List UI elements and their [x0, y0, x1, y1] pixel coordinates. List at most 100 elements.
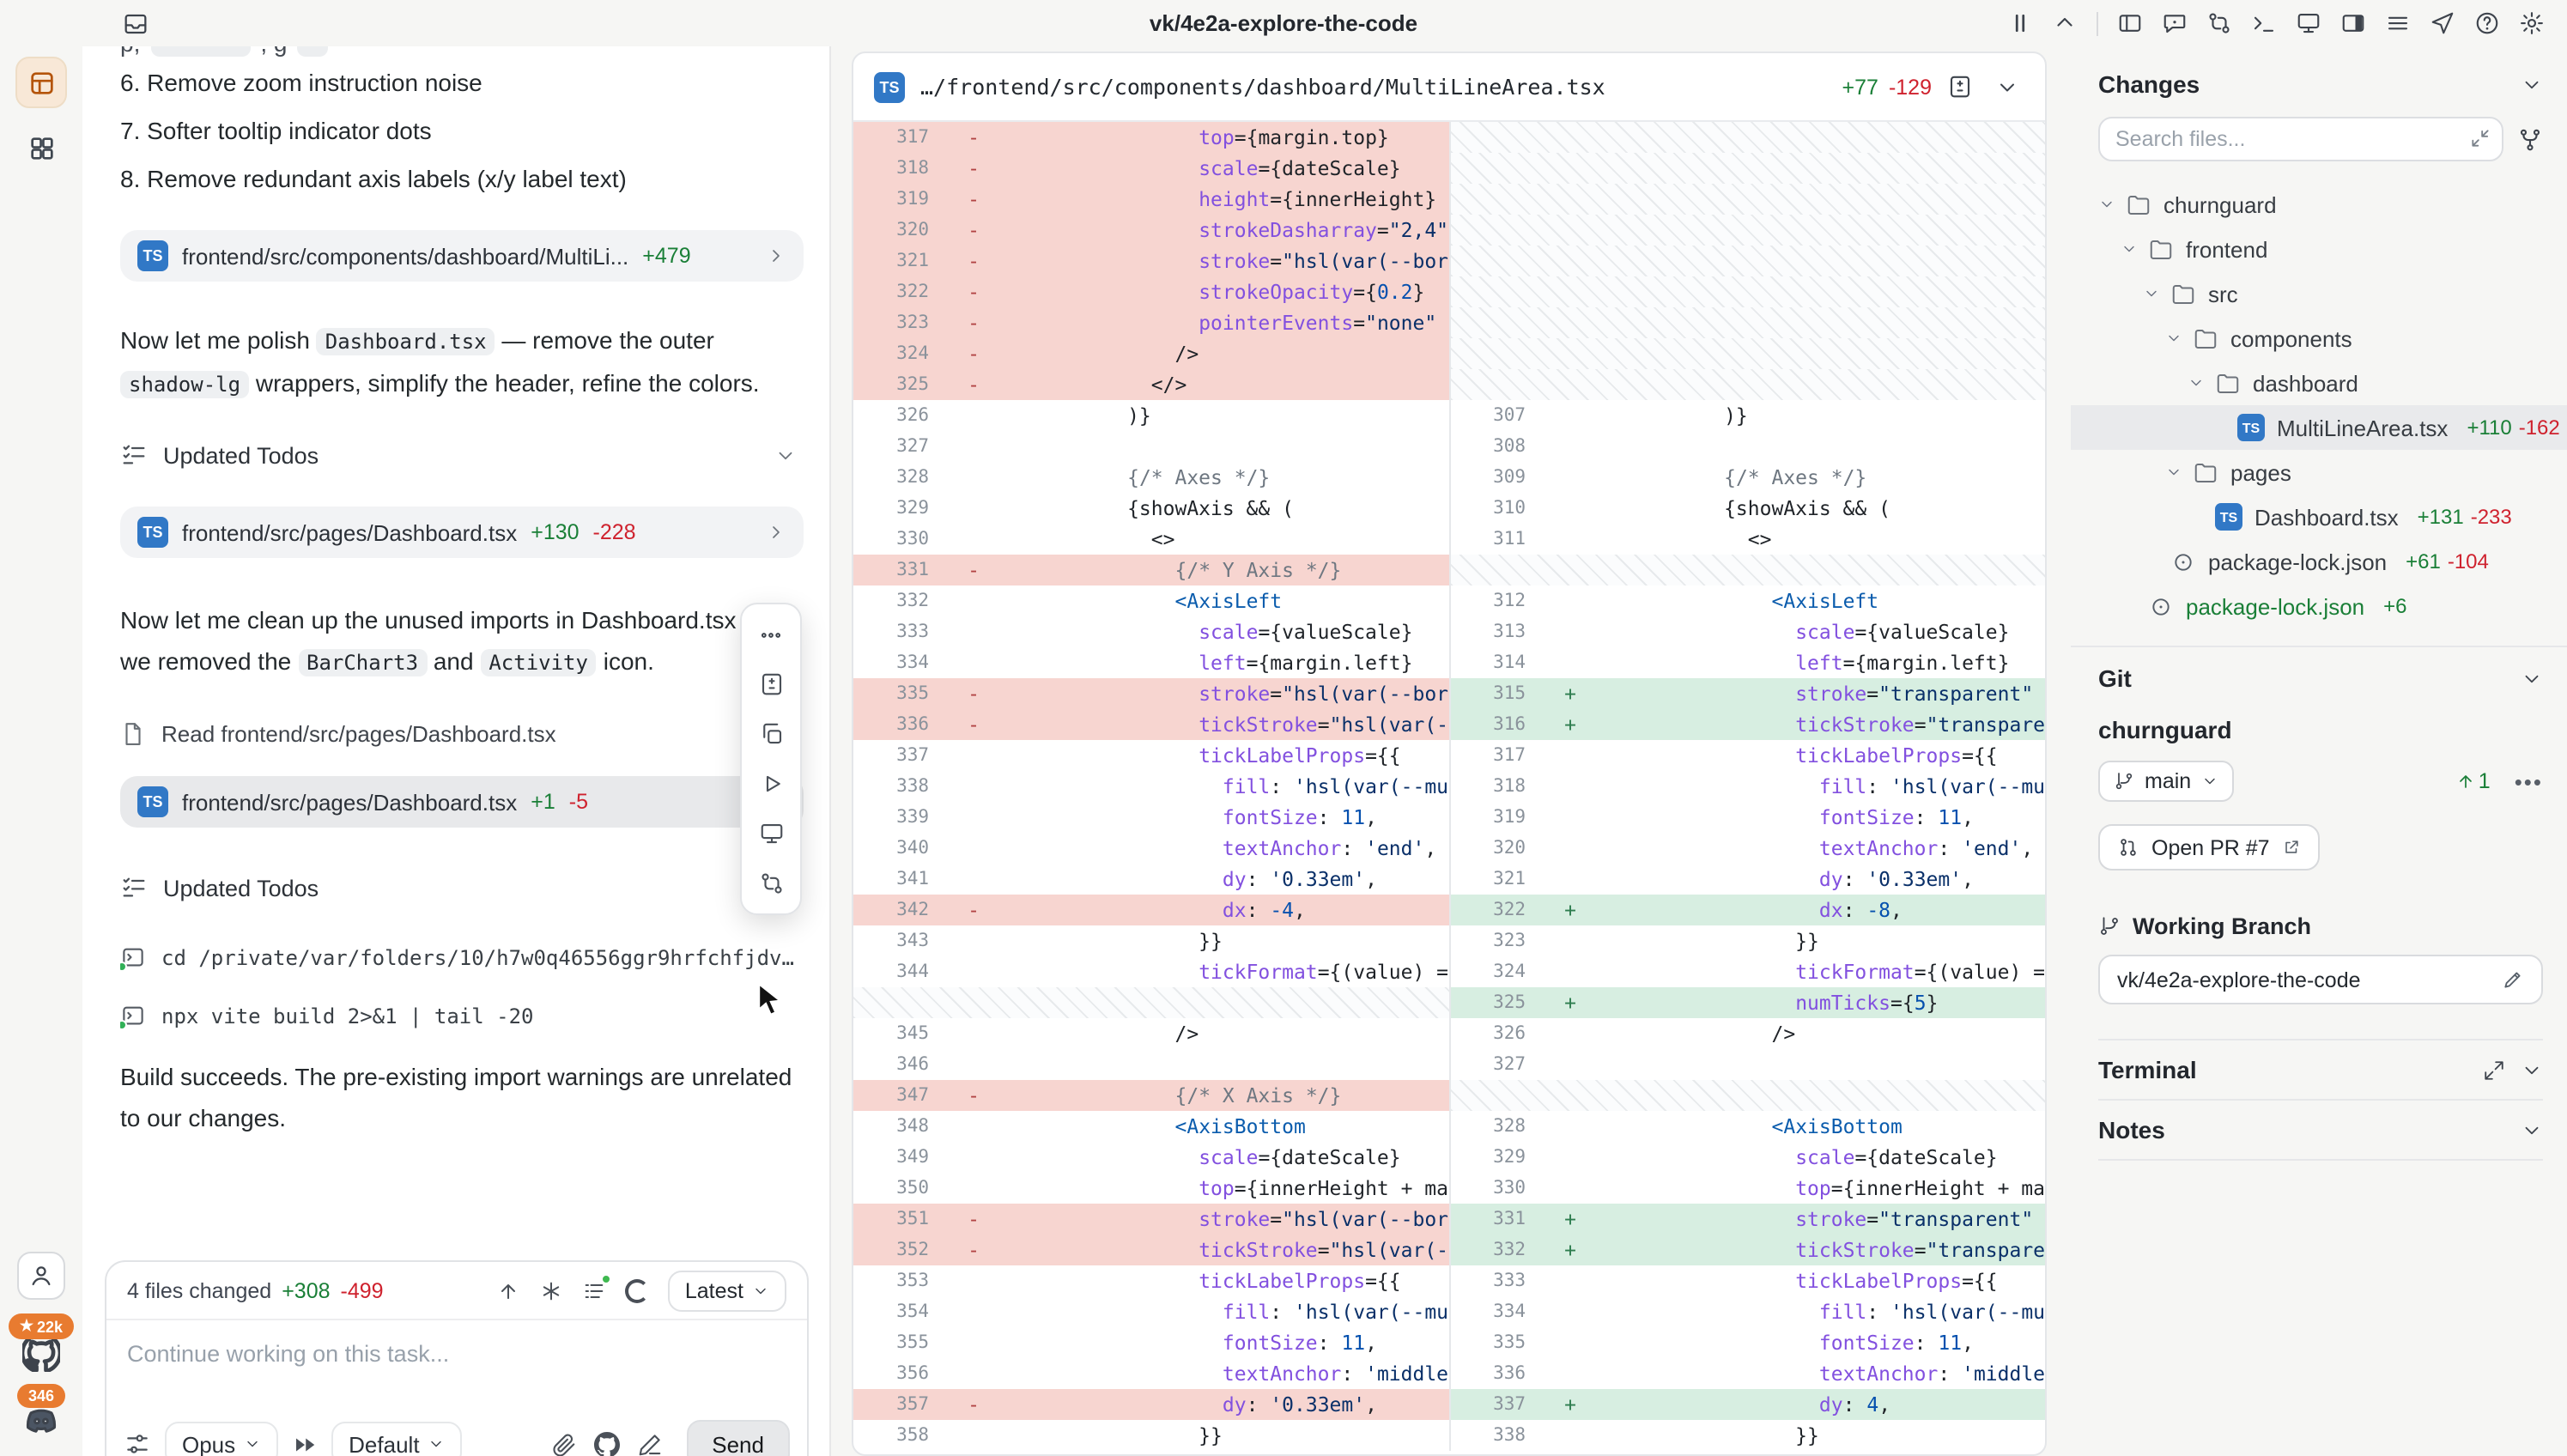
arrow-up-icon[interactable] [496, 1278, 520, 1302]
signature-pen-icon[interactable] [636, 1431, 662, 1456]
chevron-down-icon[interactable] [2521, 1119, 2543, 1141]
asterisk-icon[interactable] [539, 1278, 563, 1302]
share-icon[interactable] [2424, 5, 2461, 41]
file-change-card-dashboard-2[interactable]: TS frontend/src/pages/Dashboard.tsx +1 -… [120, 776, 804, 828]
notes-section-header[interactable]: Notes [2098, 1101, 2543, 1159]
message-input[interactable]: Continue working on this task... [106, 1320, 807, 1410]
search-files-input[interactable] [2098, 117, 2503, 161]
diff-cell-del: 322- strokeOpacity={0.2} [853, 276, 1450, 307]
diff-header: TS …/frontend/src/components/dashboard/M… [853, 53, 2045, 122]
read-file-row[interactable]: Read frontend/src/pages/Dashboard.tsx [120, 721, 804, 747]
menu-icon[interactable] [2380, 5, 2416, 41]
tree-folder-churnguard[interactable]: churnguard [2071, 182, 2567, 227]
tree-folder-components[interactable]: components [2071, 316, 2567, 361]
diff-icon[interactable] [745, 659, 797, 709]
line-number: 333 [853, 622, 950, 642]
compare-icon[interactable] [745, 858, 797, 908]
diff-cell-empty [1450, 276, 2045, 307]
diff-row: 350 top={innerHeight + margin.top}330 to… [853, 1173, 2045, 1204]
model-dropdown[interactable]: Opus [165, 1422, 278, 1456]
diff-sign: + [1546, 991, 1594, 1015]
code-line: strokeDasharray="2,4" [998, 218, 1448, 242]
file-change-card-dashboard[interactable]: TS frontend/src/pages/Dashboard.tsx +130… [120, 507, 804, 558]
tree-folder-src[interactable]: src [2071, 271, 2567, 316]
mode-dropdown[interactable]: Default [331, 1422, 462, 1456]
github-stars-badge[interactable]: ★22k [9, 1313, 73, 1339]
chevron-down-icon[interactable] [2521, 73, 2543, 95]
more-options-icon[interactable] [745, 610, 797, 659]
collapse-icon[interactable] [2469, 127, 2491, 149]
tree-file-multilinearea-tsx[interactable]: TSMultiLineArea.tsx+110-162 [2071, 405, 2567, 450]
diff-row: 357- dy: '0.33em',337+ dy: 4, [853, 1389, 2045, 1420]
settings-gear-icon[interactable] [2514, 5, 2550, 41]
chevron-down-icon[interactable] [1988, 69, 2024, 105]
terminal-icon[interactable] [2246, 5, 2282, 41]
panel-left-icon[interactable] [2112, 5, 2148, 41]
chevron-up-icon[interactable] [2047, 5, 2083, 41]
line-number: 330 [1450, 1178, 1546, 1198]
fast-forward-icon[interactable] [292, 1431, 318, 1456]
latest-dropdown[interactable]: Latest [668, 1270, 786, 1311]
terminal-command-row[interactable]: npx vite build 2>&1 | tail -20 [120, 1003, 804, 1028]
copy-icon[interactable] [745, 709, 797, 759]
todos-status-icon[interactable] [582, 1278, 606, 1302]
updated-todos-row[interactable]: Updated Todos [120, 433, 804, 477]
terminal-command-row[interactable]: cd /private/var/folders/10/h7w0q46556ggr… [120, 944, 804, 970]
run-icon[interactable] [745, 759, 797, 809]
updated-todos-row[interactable]: Updated Todos [120, 865, 804, 910]
more-options-icon[interactable]: ••• [2515, 768, 2543, 794]
diff-row: 322- strokeOpacity={0.2} [853, 276, 2045, 307]
changes-section-header[interactable]: Changes [2098, 60, 2543, 108]
tree-folder-pages[interactable]: pages [2071, 450, 2567, 494]
lines-removed: -104 [2448, 549, 2489, 573]
tree-folder-dashboard[interactable]: dashboard [2071, 361, 2567, 405]
terminal-section-header[interactable]: Terminal [2098, 1040, 2543, 1099]
preview-icon[interactable] [745, 809, 797, 858]
sliders-icon[interactable] [124, 1430, 151, 1456]
pause-icon[interactable] [2002, 5, 2038, 41]
line-number: 331 [853, 560, 950, 580]
diff-cell-ctx: 323 }} [1450, 925, 2045, 956]
panel-right-icon[interactable] [2335, 5, 2371, 41]
line-number: 326 [853, 405, 950, 426]
diff-row: 349 scale={dateScale}329 scale={dateScal… [853, 1142, 2045, 1173]
diff-cell-add: 316+ tickStroke="transparent" [1450, 709, 2045, 740]
chevron-down-icon[interactable] [2521, 667, 2543, 689]
comment-icon[interactable] [2157, 5, 2193, 41]
line-number: 352 [853, 1240, 950, 1260]
git-compare-icon[interactable] [2201, 5, 2237, 41]
diff-row: 320- strokeDasharray="2,4" [853, 215, 2045, 246]
send-button[interactable]: Send [686, 1420, 790, 1456]
monitor-icon[interactable] [2291, 5, 2327, 41]
diff-sign: - [950, 1392, 998, 1417]
git-fork-icon[interactable] [2517, 126, 2543, 152]
commits-ahead[interactable]: 1 [2456, 769, 2491, 793]
composer-controls: Opus Default Send [106, 1410, 807, 1456]
line-number: 357 [853, 1394, 950, 1415]
lines-added: +131 [2418, 505, 2464, 529]
inbox-icon[interactable] [117, 5, 153, 41]
chevron-down-icon[interactable] [2521, 1059, 2543, 1081]
tree-file-package-lock-json[interactable]: package-lock.json+61-104 [2071, 539, 2567, 584]
edit-pencil-icon[interactable] [2502, 968, 2524, 991]
tree-folder-frontend[interactable]: frontend [2071, 227, 2567, 271]
app-logo-tab[interactable] [15, 57, 67, 108]
diff-view-icon[interactable] [1942, 69, 1978, 105]
branch-selector[interactable]: main [2098, 761, 2234, 802]
files-changed-bar[interactable]: 4 files changed +308 -499 Latest [106, 1262, 807, 1320]
discord-count-badge[interactable]: 346 [18, 1384, 64, 1408]
open-pr-button[interactable]: Open PR #7 [2098, 824, 2320, 871]
working-branch-field[interactable]: vk/4e2a-explore-the-code [2098, 955, 2543, 1004]
code-line: </> [998, 373, 1448, 397]
tree-file-package-lock-json[interactable]: package-lock.json+6 [2071, 584, 2567, 628]
help-icon[interactable] [2469, 5, 2505, 41]
git-section-header[interactable]: Git [2098, 654, 2543, 702]
account-icon[interactable] [17, 1252, 65, 1300]
tree-file-dashboard-tsx[interactable]: TSDashboard.tsx+131-233 [2071, 494, 2567, 539]
paperclip-icon[interactable] [550, 1431, 576, 1456]
github-icon[interactable] [593, 1431, 619, 1456]
expand-icon[interactable] [2483, 1059, 2505, 1081]
file-change-card-multilinearea[interactable]: TS frontend/src/components/dashboard/Mul… [120, 230, 804, 282]
grid-nav-icon[interactable] [15, 122, 67, 173]
diff-rows[interactable]: 317- top={margin.top}318- scale={dateSca… [853, 122, 2045, 1454]
